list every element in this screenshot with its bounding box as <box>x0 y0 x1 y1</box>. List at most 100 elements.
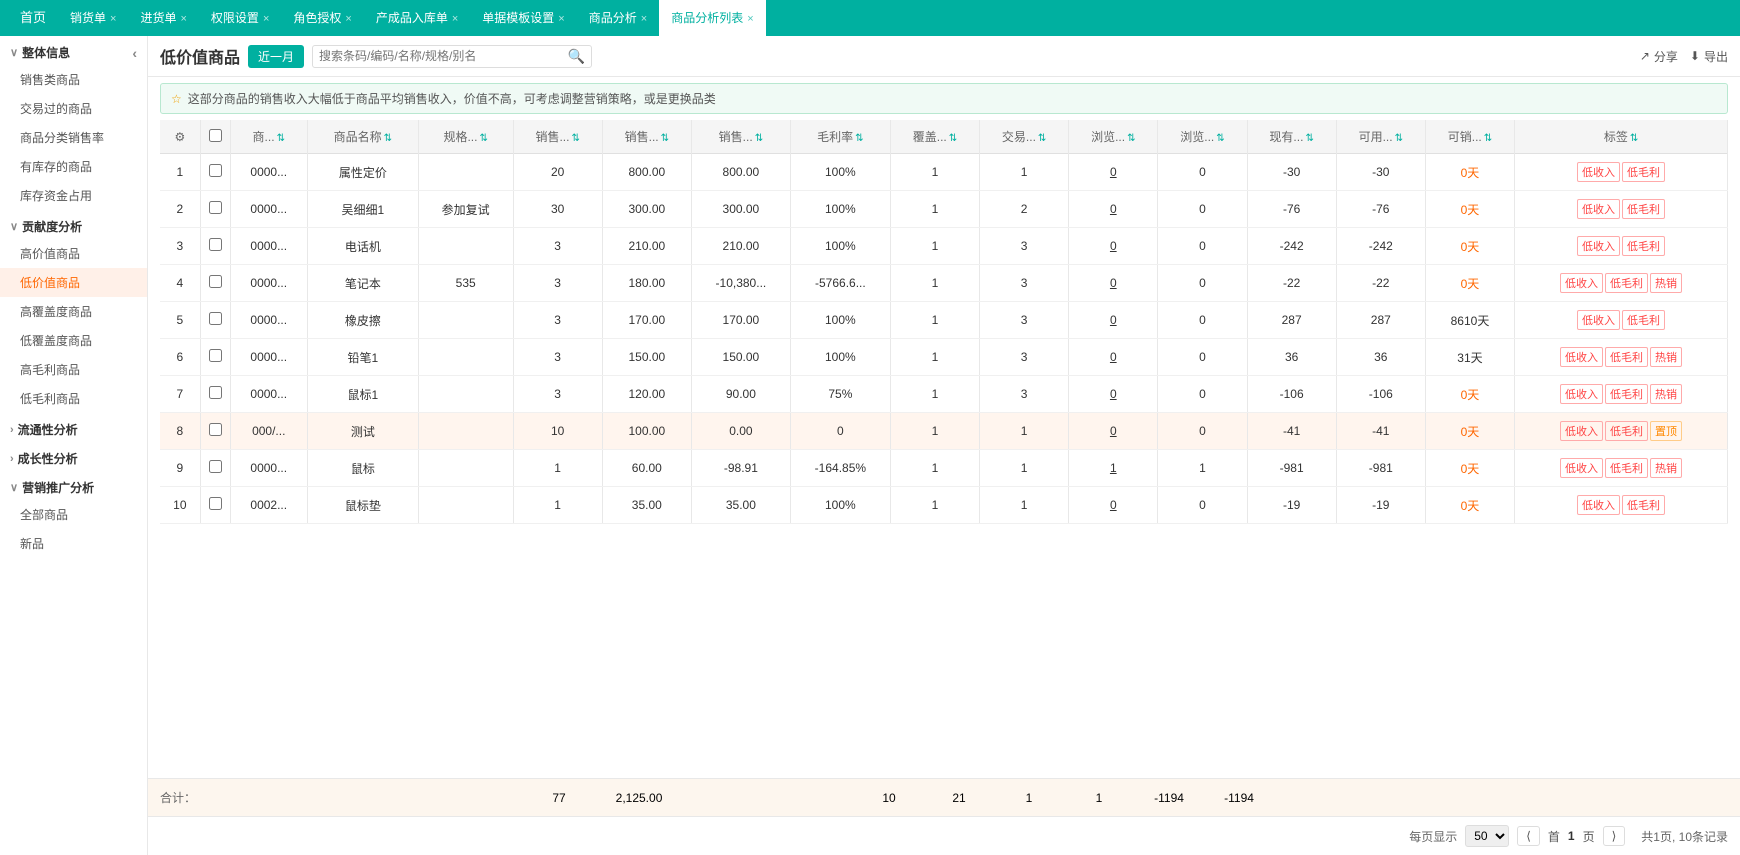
nav-sales[interactable]: 销货单× <box>58 0 128 36</box>
sidebar-item-low-coverage[interactable]: 低覆盖度商品 <box>0 326 147 355</box>
cell-checkbox[interactable] <box>200 228 230 265</box>
cell-browse1[interactable]: 0 <box>1069 339 1158 376</box>
sidebar-group-growth[interactable]: › 成长性分析 <box>0 442 147 471</box>
col-settings[interactable]: ⚙ <box>160 120 200 154</box>
sidebar-item-low-margin[interactable]: 低毛利商品 <box>0 384 147 413</box>
tag: 低毛利 <box>1605 421 1648 441</box>
search-icon[interactable]: 🔍 <box>568 48 585 65</box>
cell-browse1[interactable]: 0 <box>1069 154 1158 191</box>
sidebar-item-high-coverage[interactable]: 高覆盖度商品 <box>0 297 147 326</box>
cell-current: -41 <box>1247 413 1336 450</box>
nav-product-analysis-list[interactable]: 商品分析列表× <box>659 0 765 36</box>
cell-avail: -30 <box>1336 154 1425 191</box>
cell-trade: 1 <box>980 487 1069 524</box>
cell-current: -76 <box>1247 191 1336 228</box>
sidebar-item-category-sales-rate[interactable]: 商品分类销售率 <box>0 123 147 152</box>
select-all-checkbox[interactable] <box>209 129 222 142</box>
search-input[interactable] <box>319 49 568 63</box>
per-page-select[interactable]: 50 <box>1465 825 1509 847</box>
nav-purchase[interactable]: 进货单× <box>128 0 198 36</box>
sidebar-item-sales-products[interactable]: 销售类商品 <box>0 65 147 94</box>
cell-checkbox[interactable] <box>200 339 230 376</box>
nav-product-analysis[interactable]: 商品分析× <box>577 0 659 36</box>
cell-browse2: 0 <box>1158 339 1247 376</box>
sidebar-group-marketing[interactable]: ∨ 营销推广分析 <box>0 471 147 500</box>
col-name: 商品名称⇅ <box>307 120 418 154</box>
export-button[interactable]: ⬇ 导出 <box>1690 48 1728 65</box>
sidebar-item-all-products[interactable]: 全部商品 <box>0 500 147 529</box>
summary-browse1: 1 <box>994 791 1064 805</box>
cell-current: -22 <box>1247 265 1336 302</box>
cell-sales3: 35.00 <box>691 487 790 524</box>
cell-index: 10 <box>160 487 200 524</box>
cell-name: 鼠标垫 <box>307 487 418 524</box>
nav-template[interactable]: 单据模板设置× <box>470 0 576 36</box>
cell-trade: 1 <box>980 154 1069 191</box>
row-checkbox[interactable] <box>209 349 222 362</box>
sidebar-item-stock-products[interactable]: 有库存的商品 <box>0 152 147 181</box>
row-checkbox[interactable] <box>209 386 222 399</box>
cell-checkbox[interactable] <box>200 302 230 339</box>
period-button[interactable]: 近一月 <box>248 45 304 68</box>
row-checkbox[interactable] <box>209 275 222 288</box>
tag: 低收入 <box>1560 458 1603 478</box>
search-box: 🔍 <box>312 45 592 68</box>
cell-checkbox[interactable] <box>200 487 230 524</box>
cell-spec <box>418 413 513 450</box>
row-checkbox[interactable] <box>209 497 222 510</box>
cell-browse1[interactable]: 0 <box>1069 228 1158 265</box>
cell-avail: -76 <box>1336 191 1425 228</box>
cell-checkbox[interactable] <box>200 265 230 302</box>
cell-checkbox[interactable] <box>200 413 230 450</box>
cell-browse2: 0 <box>1158 191 1247 228</box>
cell-current: -19 <box>1247 487 1336 524</box>
summary-trade: 21 <box>924 791 994 805</box>
col-sellable: 可销...⇅ <box>1425 120 1514 154</box>
cell-checkbox[interactable] <box>200 154 230 191</box>
sidebar-item-high-margin[interactable]: 高毛利商品 <box>0 355 147 384</box>
cell-browse1[interactable]: 1 <box>1069 450 1158 487</box>
table-row: 2 0000... 吴细细1 参加复试 30 300.00 300.00 100… <box>160 191 1728 228</box>
row-checkbox[interactable] <box>209 201 222 214</box>
row-checkbox[interactable] <box>209 460 222 473</box>
nav-home[interactable]: 首页 <box>8 0 58 36</box>
cell-current: 36 <box>1247 339 1336 376</box>
share-button[interactable]: ↗ 分享 <box>1640 48 1678 65</box>
cell-index: 8 <box>160 413 200 450</box>
cell-browse1[interactable]: 0 <box>1069 191 1158 228</box>
sidebar-item-low-value[interactable]: 低价值商品 <box>0 268 147 297</box>
row-checkbox[interactable] <box>209 164 222 177</box>
col-checkbox <box>200 120 230 154</box>
cell-gross: 100% <box>790 191 890 228</box>
cell-avail: -242 <box>1336 228 1425 265</box>
tag: 低收入 <box>1577 199 1620 219</box>
nav-products-in[interactable]: 产成品入库单× <box>364 0 470 36</box>
cell-browse1[interactable]: 0 <box>1069 302 1158 339</box>
cell-browse1[interactable]: 0 <box>1069 413 1158 450</box>
cell-browse1[interactable]: 0 <box>1069 265 1158 302</box>
row-checkbox[interactable] <box>209 423 222 436</box>
data-table: ⚙ 商...⇅ 商品名称⇅ 规格...⇅ 销售...⇅ 销售...⇅ 销售...… <box>160 120 1728 524</box>
first-page-button[interactable]: ⟨ <box>1517 826 1540 846</box>
sidebar-item-traded-products[interactable]: 交易过的商品 <box>0 94 147 123</box>
cell-checkbox[interactable] <box>200 191 230 228</box>
cell-sales1: 3 <box>513 302 602 339</box>
sidebar-group-contribution[interactable]: ∨ 贡献度分析 <box>0 210 147 239</box>
cell-gross: -5766.6... <box>790 265 890 302</box>
cell-gross: 100% <box>790 487 890 524</box>
nav-roles[interactable]: 角色授权× <box>281 0 363 36</box>
sidebar-item-stock-capital[interactable]: 库存资金占用 <box>0 181 147 210</box>
sidebar-group-overview[interactable]: ∨ 整体信息 ‹ <box>0 36 147 65</box>
cell-checkbox[interactable] <box>200 376 230 413</box>
cell-checkbox[interactable] <box>200 450 230 487</box>
cell-browse1[interactable]: 0 <box>1069 487 1158 524</box>
nav-permissions[interactable]: 权限设置× <box>199 0 281 36</box>
cell-avail: 36 <box>1336 339 1425 376</box>
sidebar-group-circulation[interactable]: › 流通性分析 <box>0 413 147 442</box>
sidebar-item-high-value[interactable]: 高价值商品 <box>0 239 147 268</box>
row-checkbox[interactable] <box>209 312 222 325</box>
sidebar-item-new-products[interactable]: 新品 <box>0 529 147 558</box>
next-page-button[interactable]: ⟩ <box>1603 826 1626 846</box>
row-checkbox[interactable] <box>209 238 222 251</box>
cell-browse1[interactable]: 0 <box>1069 376 1158 413</box>
